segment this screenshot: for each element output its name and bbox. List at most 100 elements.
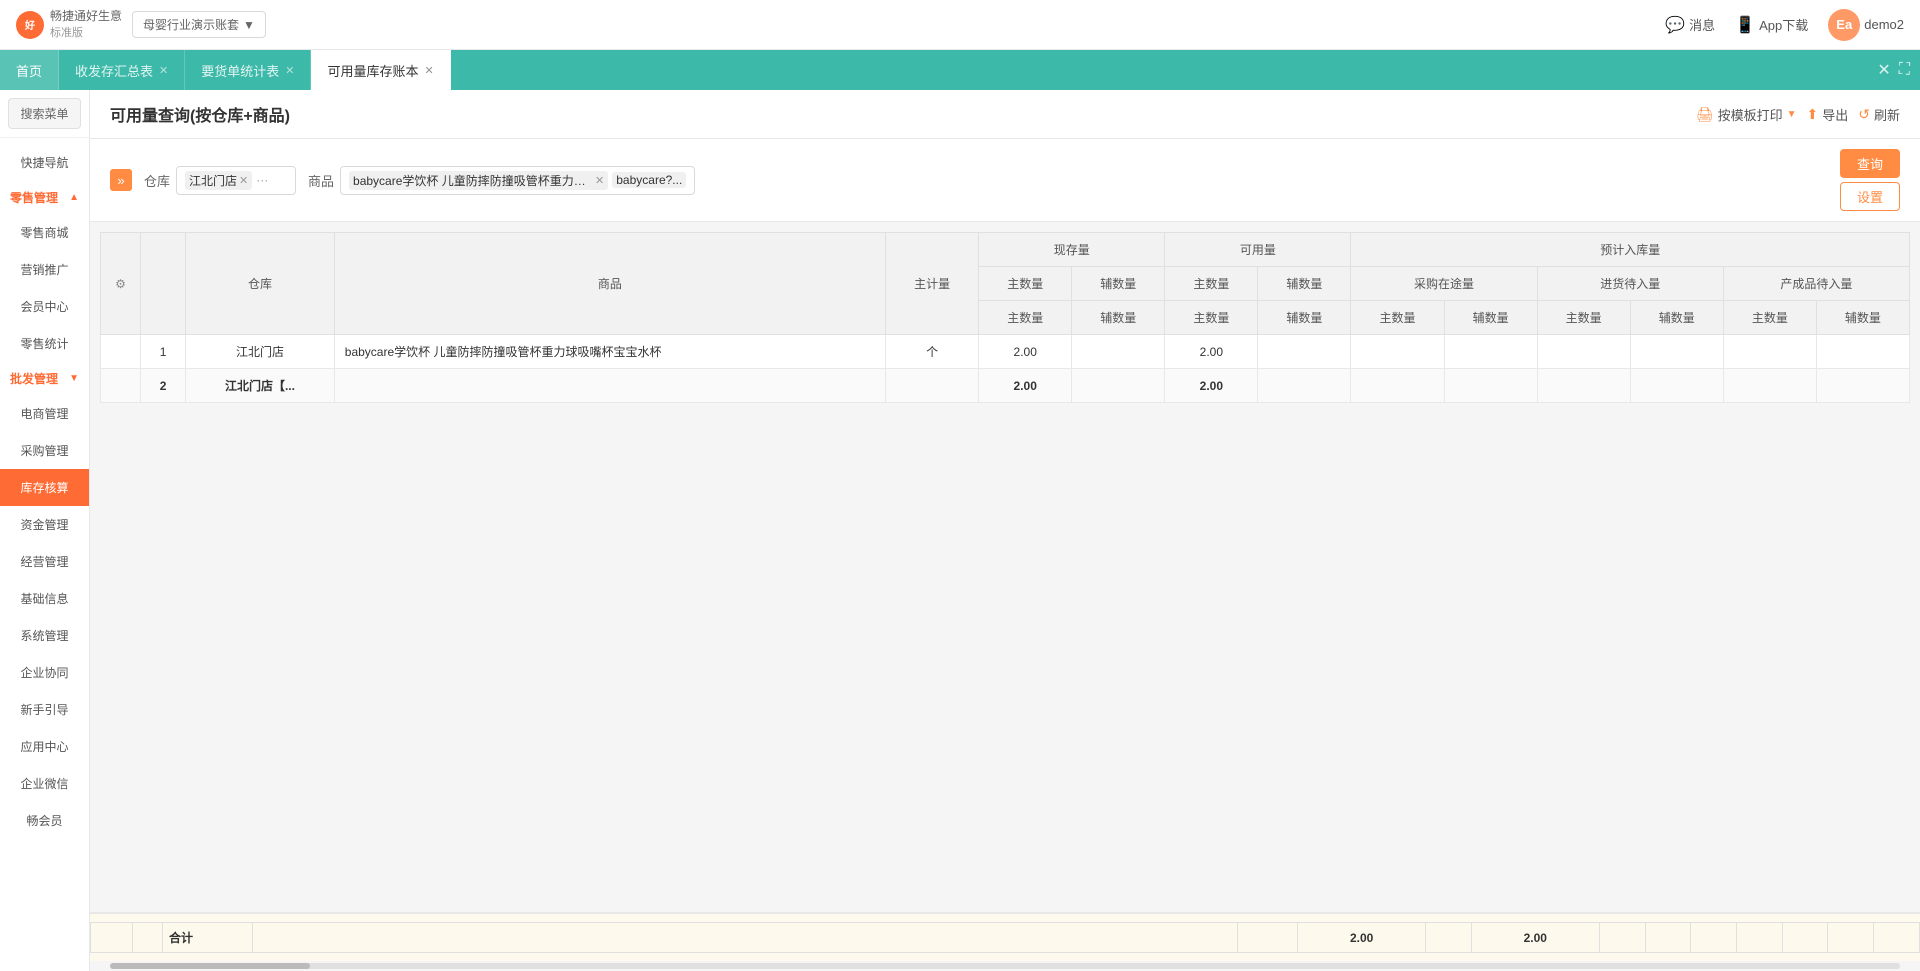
query-btn[interactable]: 查询 <box>1840 149 1900 178</box>
gear-icon[interactable]: ⚙ <box>115 277 126 291</box>
th-avail-main2: 主数量 <box>1165 301 1258 335</box>
tab-inventory[interactable]: 可用量库存账本 ✕ <box>311 50 450 90</box>
scrollbar-thumb[interactable] <box>110 963 310 969</box>
horizontal-scrollbar[interactable] <box>90 961 1920 971</box>
close-all-tabs-icon[interactable]: ✕ <box>1877 60 1890 80</box>
tab-orders[interactable]: 要货单统计表 ✕ <box>185 50 311 90</box>
sidebar-item-system[interactable]: 系统管理 <box>0 617 89 654</box>
th-inc-aux: 辅数量 <box>1630 301 1723 335</box>
sidebar-item-finance[interactable]: 资金管理 <box>0 506 89 543</box>
sidebar-item-new-guide[interactable]: 新手引导 <box>0 691 89 728</box>
sidebar-item-ecommerce[interactable]: 电商管理 <box>0 395 89 432</box>
sidebar-item-purchase[interactable]: 采购管理 <box>0 432 89 469</box>
message-icon: 💬 <box>1665 15 1685 35</box>
sidebar-item-enterprise[interactable]: 企业协同 <box>0 654 89 691</box>
top-bar: 好 畅捷通好生意 标准版 母婴行业演示账套 ▼ 💬 消息 📱 App下载 Ea … <box>0 0 1920 50</box>
tab-inventory-close[interactable]: ✕ <box>425 64 434 77</box>
top-bar-left: 好 畅捷通好生意 标准版 母婴行业演示账套 ▼ <box>16 9 266 41</box>
th-pur-main: 主数量 <box>1351 301 1444 335</box>
settings-btn[interactable]: 设置 <box>1840 182 1900 211</box>
th-warehouse: 仓库 <box>186 233 335 335</box>
sidebar-item-marketing[interactable]: 营销推广 <box>0 251 89 288</box>
th-product: 商品 <box>334 233 885 335</box>
sidebar-item-app-center[interactable]: 应用中心 <box>0 728 89 765</box>
th-prod-main: 主数量 <box>1723 301 1816 335</box>
print-icon: 🖨 <box>1696 106 1714 123</box>
row2-avail-main: 2.00 <box>1165 369 1258 403</box>
th-planned-inbound: 预计入库量 <box>1351 233 1910 267</box>
refresh-action[interactable]: ↺ 刷新 <box>1858 105 1900 124</box>
fullscreen-icon[interactable]: ⛶ <box>1899 61 1910 79</box>
print-action[interactable]: 🖨 按模板打印 ▼ <box>1696 105 1797 124</box>
tab-home[interactable]: 首页 <box>0 50 59 90</box>
app-download-action[interactable]: 📱 App下载 <box>1735 15 1808 35</box>
sidebar-item-wholesale[interactable]: 批发管理 ▼ <box>0 362 89 395</box>
sidebar-item-basic-info-label: 基础信息 <box>20 590 68 607</box>
main-content: 可用量查询(按仓库+商品) 🖨 按模板打印 ▼ ⬆ 导出 ↺ 刷新 <box>90 90 1920 971</box>
tab-orders-label: 要货单统计表 <box>201 61 279 80</box>
warehouse-label: 仓库 <box>144 171 170 190</box>
row1-product: babycare学饮杯 儿童防摔防撞吸管杯重力球吸嘴杯宝宝水杯 <box>334 335 885 369</box>
sidebar-item-member-label: 会员中心 <box>20 298 68 315</box>
store-selector[interactable]: 母婴行业演示账套 ▼ <box>132 11 266 38</box>
warehouse-tag: 江北门店 ✕ <box>185 171 252 190</box>
sidebar-item-retail-mall-label: 零售商城 <box>20 224 68 241</box>
product-label: 商品 <box>308 171 334 190</box>
sidebar-item-enterprise-wechat-label: 企业微信 <box>20 775 68 792</box>
sidebar-item-new-guide-label: 新手引导 <box>20 701 68 718</box>
layout: 搜索菜单 快捷导航 零售管理 ▲ 零售商城 营销推广 会员中心 零售统计 <box>0 90 1920 971</box>
row2-warehouse: 江北门店【... <box>186 369 335 403</box>
th-purchase-transit: 采购在途量 <box>1351 267 1537 301</box>
row1-prod-main <box>1723 335 1816 369</box>
sidebar-item-retail-stats[interactable]: 零售统计 <box>0 325 89 362</box>
row1-num: 1 <box>141 335 186 369</box>
logo: 好 畅捷通好生意 标准版 <box>16 9 122 41</box>
sidebar-nav: 快捷导航 零售管理 ▲ 零售商城 营销推广 会员中心 零售统计 批发管理 ▼ <box>0 138 89 845</box>
row2-inc-aux <box>1630 369 1723 403</box>
row1-avail-main: 2.00 <box>1165 335 1258 369</box>
quick-nav-label: 快捷导航 <box>20 154 68 171</box>
refresh-icon: ↺ <box>1858 106 1870 123</box>
sidebar-item-system-label: 系统管理 <box>20 627 68 644</box>
filter-actions: 查询 设置 <box>1840 149 1900 211</box>
expand-filter-btn[interactable]: » <box>110 169 132 191</box>
sidebar-item-purchase-label: 采购管理 <box>20 442 68 459</box>
row2-stock-main: 2.00 <box>979 369 1072 403</box>
scrollbar-track <box>110 963 1900 969</box>
table-row: 2 江北门店【... 2.00 2.00 <box>101 369 1910 403</box>
warehouse-input[interactable]: 江北门店 ✕ ··· <box>176 166 296 195</box>
sidebar-item-operations[interactable]: 经营管理 <box>0 543 89 580</box>
search-menu-label: 搜索菜单 <box>20 107 68 121</box>
product-tag1-remove[interactable]: ✕ <box>595 174 604 187</box>
sidebar-item-inventory-check[interactable]: 库存核算 <box>0 469 89 506</box>
page-header: 可用量查询(按仓库+商品) 🖨 按模板打印 ▼ ⬆ 导出 ↺ 刷新 <box>90 90 1920 139</box>
logo-text: 畅捷通好生意 <box>50 9 122 25</box>
sidebar-item-zero-retail[interactable]: 零售管理 ▲ <box>0 181 89 214</box>
tab-receipts-close[interactable]: ✕ <box>159 64 168 77</box>
search-menu-btn[interactable]: 搜索菜单 <box>8 98 81 129</box>
footer-avail-main: 2.00 <box>1471 923 1599 953</box>
th-inc-main: 主数量 <box>1537 301 1630 335</box>
message-action[interactable]: 💬 消息 <box>1665 15 1715 35</box>
sidebar-item-zero-retail-label: 零售管理 <box>10 189 58 206</box>
export-action[interactable]: ⬆ 导出 <box>1807 105 1849 124</box>
sidebar-item-finance-label: 资金管理 <box>20 516 68 533</box>
user-profile[interactable]: Ea demo2 <box>1828 9 1904 41</box>
avatar-initials: Ea <box>1836 17 1852 32</box>
export-icon: ⬆ <box>1807 106 1819 123</box>
sidebar-item-retail-mall[interactable]: 零售商城 <box>0 214 89 251</box>
product-input[interactable]: babycare学饮杯 儿童防摔防撞吸管杯重力球吸嘴杯宝宝水杯 ✕ babyca… <box>340 166 695 195</box>
logo-icon: 好 <box>16 11 44 39</box>
sidebar-item-member2[interactable]: 畅会员 <box>0 802 89 839</box>
row1-stock-main: 2.00 <box>979 335 1072 369</box>
tab-orders-close[interactable]: ✕ <box>285 64 294 77</box>
sidebar-item-member[interactable]: 会员中心 <box>0 288 89 325</box>
th-stock-main: 主数量 <box>979 267 1072 301</box>
tab-receipts[interactable]: 收发存汇总表 ✕ <box>59 50 185 90</box>
row1-unit: 个 <box>886 335 979 369</box>
sidebar-item-enterprise-wechat[interactable]: 企业微信 <box>0 765 89 802</box>
warehouse-tag-remove[interactable]: ✕ <box>239 174 248 187</box>
sidebar-item-basic-info[interactable]: 基础信息 <box>0 580 89 617</box>
export-label: 导出 <box>1822 105 1848 124</box>
th-avail-aux2: 辅数量 <box>1258 301 1351 335</box>
